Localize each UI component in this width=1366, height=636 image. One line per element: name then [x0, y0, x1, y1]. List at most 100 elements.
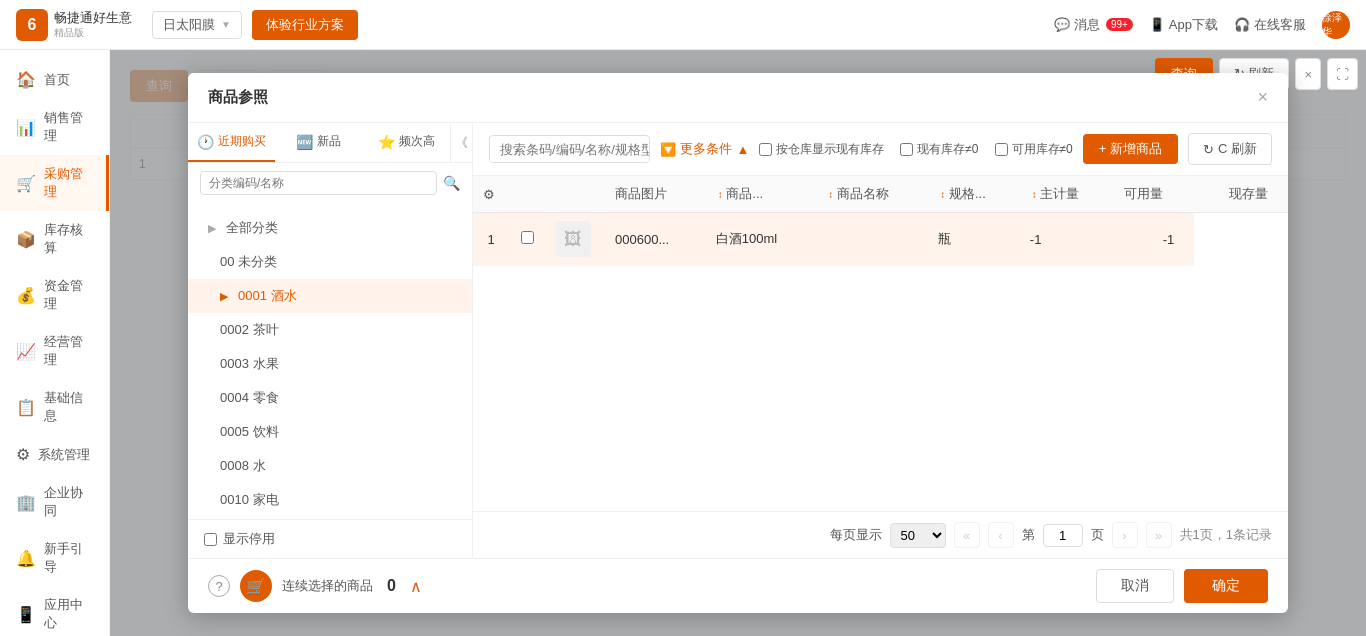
- th-code[interactable]: ↕ 商品...: [706, 176, 816, 213]
- message-icon: 💬: [1054, 17, 1070, 32]
- show-disabled-checkbox[interactable]: [204, 533, 217, 546]
- sidebar-item-finance[interactable]: 💰 资金管理: [0, 267, 109, 323]
- prev-page-btn[interactable]: ‹: [988, 522, 1014, 548]
- main-content: 查询 设置 刷新 序号单据日期单据编号供应商金额状态 1 查询 ↻ 刷新 × ⛶: [110, 50, 1366, 636]
- sidebar-item-inventory[interactable]: 📦 库存核算: [0, 211, 109, 267]
- footer-right: 取消 确定: [1096, 569, 1268, 603]
- category-item-uncat[interactable]: 00 未分类: [188, 245, 472, 279]
- filter-refresh-btn[interactable]: ↻ C 刷新: [1188, 133, 1272, 165]
- system-icon: ⚙: [16, 445, 30, 464]
- headset-icon: 🎧: [1234, 17, 1250, 32]
- check-available-stock-item[interactable]: 可用库存≠0: [995, 141, 1073, 158]
- new-icon: 🆕: [296, 134, 313, 150]
- expand-icon: ▶: [208, 222, 216, 235]
- category-search-input[interactable]: [200, 171, 437, 195]
- image-icon: 🖼: [564, 229, 582, 250]
- sidebar-item-base-info[interactable]: 📋 基础信息: [0, 379, 109, 435]
- category-list: ▶ 全部分类 00 未分类 ▶ 0001 酒水 0002 茶: [188, 203, 472, 519]
- tab-new[interactable]: 🆕 新品: [275, 123, 362, 162]
- sidebar-item-sales[interactable]: 📊 销售管理: [0, 99, 109, 155]
- collapse-category-btn[interactable]: 《: [450, 123, 472, 162]
- cart-count: 0: [387, 577, 396, 595]
- sidebar-item-purchase[interactable]: 🛒 采购管理: [0, 155, 109, 211]
- show-disabled-row: 显示停用: [188, 519, 472, 558]
- th-available: 可用量: [1114, 176, 1194, 213]
- check-current-stock[interactable]: [900, 143, 913, 156]
- sidebar-item-enterprise[interactable]: 🏢 企业协同: [0, 474, 109, 530]
- home-icon: 🏠: [16, 70, 36, 89]
- cell-code: 000600...: [605, 213, 706, 266]
- category-search-btn[interactable]: 🔍: [443, 175, 460, 191]
- last-page-btn[interactable]: »: [1146, 522, 1172, 548]
- check-warehouse[interactable]: [759, 143, 772, 156]
- guide-icon: 🔔: [16, 549, 36, 568]
- cell-unit: 瓶: [928, 213, 1020, 266]
- cell-check[interactable]: [509, 213, 545, 266]
- app-download-item[interactable]: 📱 App下载: [1149, 16, 1218, 34]
- tab-recent[interactable]: 🕐 近期购买: [188, 123, 275, 162]
- cart-btn[interactable]: 🛒: [240, 570, 272, 602]
- page-size-select[interactable]: 50 10 20 100: [890, 523, 946, 548]
- row-checkbox[interactable]: [521, 231, 534, 244]
- sidebar-item-operations[interactable]: 📈 经营管理: [0, 323, 109, 379]
- refresh-icon: ↻: [1203, 142, 1214, 157]
- help-icon-btn[interactable]: ?: [208, 575, 230, 597]
- product-table-wrap: ⚙ 商品图片 ↕ 商品...: [473, 176, 1288, 511]
- category-item-0010[interactable]: 0010 家电: [188, 483, 472, 517]
- table-row[interactable]: 1 🖼: [473, 213, 1288, 266]
- main-layout: 🏠 首页 📊 销售管理 🛒 采购管理 📦 库存核算 💰 资金管理 📈 经营管理 …: [0, 50, 1366, 636]
- online-service-item[interactable]: 🎧 在线客服: [1234, 16, 1306, 34]
- company-selector[interactable]: 日太阳膜 ▼: [152, 11, 242, 39]
- sidebar-item-guide[interactable]: 🔔 新手引导: [0, 530, 109, 586]
- nav-right: 💬 消息 99+ 📱 App下载 🎧 在线客服 徐泽华: [1054, 11, 1350, 39]
- add-product-btn[interactable]: + 新增商品: [1083, 134, 1178, 164]
- page-label: 第: [1022, 526, 1035, 544]
- th-spec[interactable]: ↕ 规格...: [928, 176, 1020, 213]
- category-item-0003[interactable]: 0003 水果: [188, 347, 472, 381]
- modal-header: 商品参照 ×: [188, 73, 1288, 123]
- app-center-icon: 📱: [16, 605, 36, 624]
- check-warehouse-item[interactable]: 按仓库显示现有库存: [759, 141, 884, 158]
- clock-icon: 🕐: [197, 134, 214, 150]
- product-reference-modal: 商品参照 × 🕐 近期购买 🆕: [188, 73, 1288, 613]
- category-item-all[interactable]: ▶ 全部分类: [188, 211, 472, 245]
- product-search-input[interactable]: [490, 137, 650, 162]
- product-panel: 🔍 🔽 更多条件 ▲ 按仓库显示现有库存: [473, 123, 1288, 558]
- logo-text: 畅捷通好生意 精品版: [54, 10, 132, 40]
- sort-icon: ↕: [718, 189, 723, 200]
- th-unit[interactable]: ↕ 主计量: [1020, 176, 1114, 213]
- category-item-0002[interactable]: 0002 茶叶: [188, 313, 472, 347]
- category-item-0005[interactable]: 0005 饮料: [188, 415, 472, 449]
- user-profile[interactable]: 徐泽华: [1322, 11, 1350, 39]
- filter-bar: 🔍 🔽 更多条件 ▲ 按仓库显示现有库存: [473, 123, 1288, 176]
- category-panel: 🕐 近期购买 🆕 新品 ⭐ 频次高: [188, 123, 473, 558]
- more-filters-btn[interactable]: 🔽 更多条件 ▲: [660, 140, 749, 158]
- check-available-stock[interactable]: [995, 143, 1008, 156]
- page-number-input[interactable]: [1043, 524, 1083, 547]
- cell-stock: -1: [1114, 213, 1194, 266]
- category-item-0008[interactable]: 0008 水: [188, 449, 472, 483]
- tab-frequent[interactable]: ⭐ 频次高: [363, 123, 450, 162]
- th-name[interactable]: ↕ 商品名称: [816, 176, 928, 213]
- cancel-btn[interactable]: 取消: [1096, 569, 1174, 603]
- experience-btn[interactable]: 体验行业方案: [252, 10, 358, 40]
- filter-checkboxes: 按仓库显示现有库存 现有库存≠0 可用库存≠0: [759, 141, 1073, 158]
- check-current-stock-item[interactable]: 现有库存≠0: [900, 141, 978, 158]
- first-page-btn[interactable]: «: [954, 522, 980, 548]
- category-item-0004[interactable]: 0004 零食: [188, 381, 472, 415]
- cell-name: 白酒100ml: [706, 213, 816, 266]
- collapse-footer-btn[interactable]: ∧: [410, 577, 422, 596]
- chevron-down-icon: ▼: [221, 19, 231, 30]
- category-search-row: 🔍: [188, 163, 472, 203]
- confirm-btn[interactable]: 确定: [1184, 569, 1268, 603]
- message-item[interactable]: 💬 消息 99+: [1054, 16, 1133, 34]
- sidebar-item-app-center[interactable]: 📱 应用中心: [0, 586, 109, 636]
- th-settings[interactable]: ⚙: [473, 176, 509, 213]
- modal-close-btn[interactable]: ×: [1257, 87, 1268, 108]
- continuous-label: 连续选择的商品: [282, 577, 373, 595]
- sidebar-item-system[interactable]: ⚙ 系统管理: [0, 435, 109, 474]
- next-page-btn[interactable]: ›: [1112, 522, 1138, 548]
- category-item-0001[interactable]: ▶ 0001 酒水: [188, 279, 472, 313]
- footer-left: ? 🛒 连续选择的商品 0 ∧: [208, 570, 1086, 602]
- sidebar-item-home[interactable]: 🏠 首页: [0, 60, 109, 99]
